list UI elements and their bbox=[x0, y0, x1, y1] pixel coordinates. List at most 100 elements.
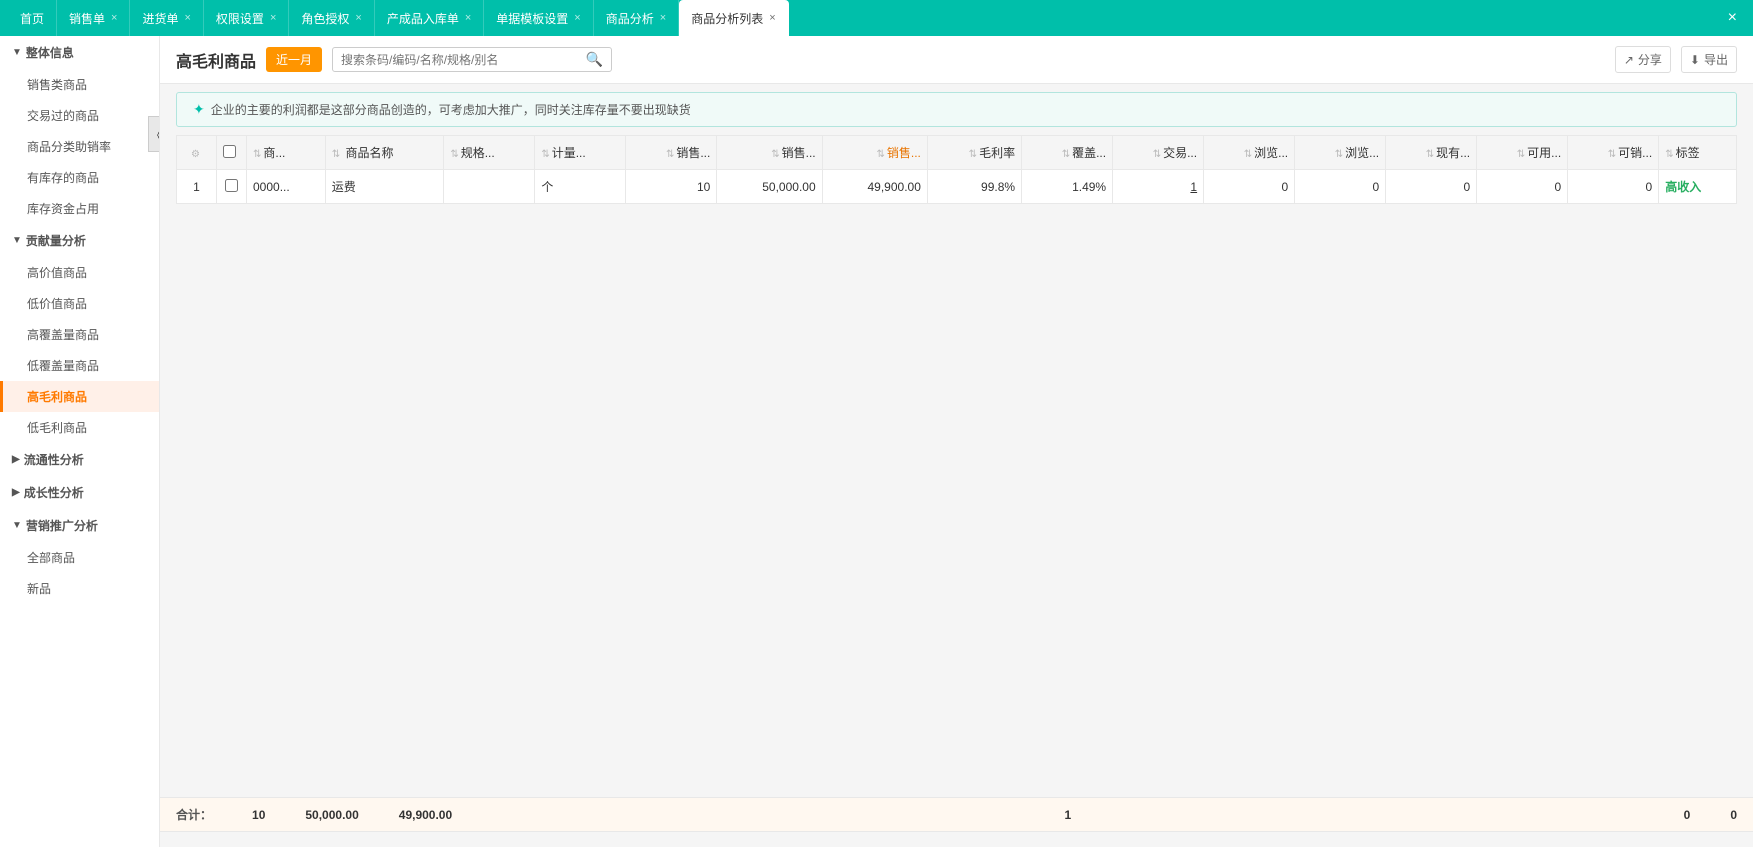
tab-product-analysis[interactable]: 商品分析 × bbox=[594, 0, 679, 36]
close-icon[interactable]: × bbox=[574, 12, 580, 24]
cell-views2: 0 bbox=[1295, 170, 1386, 204]
sidebar-collapse-button[interactable]: 《 bbox=[148, 116, 160, 152]
col-checkbox[interactable] bbox=[217, 136, 247, 170]
tab-roles[interactable]: 角色授权 × bbox=[289, 0, 374, 36]
footer-sales-amount: 50,000.00 bbox=[305, 808, 358, 822]
cell-transactions[interactable]: 1 bbox=[1113, 170, 1204, 204]
cell-unit: 个 bbox=[535, 170, 626, 204]
cell-seq: 1 bbox=[177, 170, 217, 204]
close-icon[interactable]: × bbox=[184, 12, 190, 24]
sidebar-item-traded-products[interactable]: 交易过的商品 bbox=[0, 100, 159, 131]
sidebar-group-liquidity[interactable]: ▶ 流通性分析 bbox=[0, 443, 159, 476]
cell-gross-margin: 99.8% bbox=[927, 170, 1021, 204]
cell-code: 0000... bbox=[247, 170, 326, 204]
col-gross-margin[interactable]: ⇅毛利率 bbox=[927, 136, 1021, 170]
top-navigation: 首页 销售单 × 进货单 × 权限设置 × 角色授权 × 产成品入库单 × 单据… bbox=[0, 0, 1753, 36]
col-views2[interactable]: ⇅浏览... bbox=[1295, 136, 1386, 170]
col-tag[interactable]: ⇅标签 bbox=[1659, 136, 1737, 170]
search-input[interactable] bbox=[341, 53, 586, 67]
sidebar-item-sales-products[interactable]: 销售类商品 bbox=[0, 69, 159, 100]
sidebar-item-low-coverage[interactable]: 低覆盖量商品 bbox=[0, 350, 159, 381]
col-sales-cost[interactable]: ⇅销售... bbox=[822, 136, 927, 170]
col-spec[interactable]: ⇅规格... bbox=[444, 136, 535, 170]
cell-sales-qty: 10 bbox=[626, 170, 717, 204]
row-checkbox[interactable] bbox=[225, 179, 238, 192]
tab-home[interactable]: 首页 bbox=[8, 0, 57, 36]
table-footer: 合计： 10 50,000.00 49,900.00 1 0 0 bbox=[160, 797, 1753, 831]
sidebar-item-low-value[interactable]: 低价值商品 bbox=[0, 288, 159, 319]
cell-coverage: 1.49% bbox=[1022, 170, 1113, 204]
tab-templates[interactable]: 单据模板设置 × bbox=[484, 0, 593, 36]
close-icon[interactable]: × bbox=[465, 12, 471, 24]
cell-tag: 高收入 bbox=[1659, 170, 1737, 204]
select-all-checkbox[interactable] bbox=[223, 145, 236, 158]
table-header-row: ⚙ ⇅商... ⇅ 商品名称 ⇅规格... bbox=[177, 136, 1737, 170]
info-banner: ✦ 企业的主要的利润都是这部分商品创造的，可考虑加大推广，同时关注库存量不要出现… bbox=[176, 92, 1737, 127]
table-body: 1 0000... 运费 个 10 50,000.00 49,900.00 99… bbox=[177, 170, 1737, 204]
footer-sales-cost: 49,900.00 bbox=[399, 808, 452, 822]
sidebar-item-high-value[interactable]: 高价值商品 bbox=[0, 257, 159, 288]
col-unit[interactable]: ⇅计量... bbox=[535, 136, 626, 170]
sidebar-item-high-margin[interactable]: 高毛利商品 bbox=[0, 381, 159, 412]
sidebar-item-high-coverage[interactable]: 高覆盖量商品 bbox=[0, 319, 159, 350]
sidebar-group-marketing[interactable]: ▼ 营销推广分析 bbox=[0, 509, 159, 542]
tab-permissions[interactable]: 权限设置 × bbox=[204, 0, 289, 36]
sidebar-item-category-rate[interactable]: 商品分类助销率 bbox=[0, 131, 159, 162]
horizontal-scrollbar[interactable] bbox=[160, 831, 1753, 847]
col-sellable-stock[interactable]: ⇅可销... bbox=[1568, 136, 1659, 170]
close-icon[interactable]: × bbox=[769, 12, 775, 24]
sidebar-item-new-products[interactable]: 新品 bbox=[0, 573, 159, 604]
sidebar-group-growth[interactable]: ▶ 成长性分析 bbox=[0, 476, 159, 509]
col-coverage[interactable]: ⇅覆盖... bbox=[1022, 136, 1113, 170]
sidebar-item-capital-occupation[interactable]: 库存资金占用 bbox=[0, 193, 159, 224]
col-name[interactable]: ⇅ 商品名称 bbox=[325, 136, 444, 170]
col-transactions[interactable]: ⇅交易... bbox=[1113, 136, 1204, 170]
tab-purchase[interactable]: 进货单 × bbox=[130, 0, 203, 36]
product-table: ⚙ ⇅商... ⇅ 商品名称 ⇅规格... bbox=[176, 135, 1737, 204]
arrow-down-icon: ▼ bbox=[12, 47, 22, 58]
cell-sales-cost: 49,900.00 bbox=[822, 170, 927, 204]
share-button[interactable]: ↗ 分享 bbox=[1615, 46, 1671, 73]
arrow-right-icon: ▶ bbox=[12, 487, 20, 498]
sidebar-item-all-products[interactable]: 全部商品 bbox=[0, 542, 159, 573]
col-current-stock[interactable]: ⇅现有... bbox=[1386, 136, 1477, 170]
filter-recent-month-button[interactable]: 近一月 bbox=[266, 47, 322, 72]
content-header: 高毛利商品 近一月 🔍 ↗ 分享 ⬇ 导出 bbox=[160, 36, 1753, 84]
search-icon[interactable]: 🔍 bbox=[586, 51, 603, 68]
chevron-left-icon: 《 bbox=[152, 127, 160, 142]
close-all-button[interactable]: × bbox=[1720, 9, 1745, 27]
close-icon[interactable]: × bbox=[355, 12, 361, 24]
footer-sales-qty: 10 bbox=[252, 808, 265, 822]
close-icon[interactable]: × bbox=[660, 12, 666, 24]
col-available-stock[interactable]: ⇅可用... bbox=[1477, 136, 1568, 170]
sidebar-item-in-stock[interactable]: 有库存的商品 bbox=[0, 162, 159, 193]
footer-current-stock: 0 bbox=[1684, 808, 1691, 822]
page-title: 高毛利商品 bbox=[176, 48, 256, 72]
data-table-container: ⚙ ⇅商... ⇅ 商品名称 ⇅规格... bbox=[160, 135, 1753, 797]
col-sales-amount[interactable]: ⇅销售... bbox=[717, 136, 822, 170]
col-seq[interactable]: ⚙ bbox=[177, 136, 217, 170]
cell-current-stock: 0 bbox=[1386, 170, 1477, 204]
col-code[interactable]: ⇅商... bbox=[247, 136, 326, 170]
table-row: 1 0000... 运费 个 10 50,000.00 49,900.00 99… bbox=[177, 170, 1737, 204]
share-icon: ↗ bbox=[1624, 53, 1634, 67]
sidebar-group-contribution-items: 高价值商品 低价值商品 高覆盖量商品 低覆盖量商品 高毛利商品 低毛利商品 bbox=[0, 257, 159, 443]
tab-finished-goods[interactable]: 产成品入库单 × bbox=[375, 0, 484, 36]
content-area: 高毛利商品 近一月 🔍 ↗ 分享 ⬇ 导出 ✦ 企业的主要的利润都是这部分商品创… bbox=[160, 36, 1753, 847]
export-button[interactable]: ⬇ 导出 bbox=[1681, 46, 1737, 73]
close-icon[interactable]: × bbox=[270, 12, 276, 24]
col-sales-qty[interactable]: ⇅销售... bbox=[626, 136, 717, 170]
close-icon[interactable]: × bbox=[111, 12, 117, 24]
arrow-down-icon: ▼ bbox=[12, 520, 22, 531]
sidebar: 《 ▼ 整体信息 销售类商品 交易过的商品 商品分类助销率 有库存的商品 库存资… bbox=[0, 36, 160, 847]
cell-check[interactable] bbox=[217, 170, 247, 204]
sidebar-group-overall[interactable]: ▼ 整体信息 bbox=[0, 36, 159, 69]
col-views1[interactable]: ⇅浏览... bbox=[1204, 136, 1295, 170]
main-layout: 《 ▼ 整体信息 销售类商品 交易过的商品 商品分类助销率 有库存的商品 库存资… bbox=[0, 36, 1753, 847]
tab-product-analysis-list[interactable]: 商品分析列表 × bbox=[679, 0, 788, 36]
sidebar-item-low-margin[interactable]: 低毛利商品 bbox=[0, 412, 159, 443]
tab-sales[interactable]: 销售单 × bbox=[57, 0, 130, 36]
arrow-right-icon: ▶ bbox=[12, 454, 20, 465]
sidebar-group-contribution[interactable]: ▼ 贡献量分析 bbox=[0, 224, 159, 257]
cell-sales-amount: 50,000.00 bbox=[717, 170, 822, 204]
